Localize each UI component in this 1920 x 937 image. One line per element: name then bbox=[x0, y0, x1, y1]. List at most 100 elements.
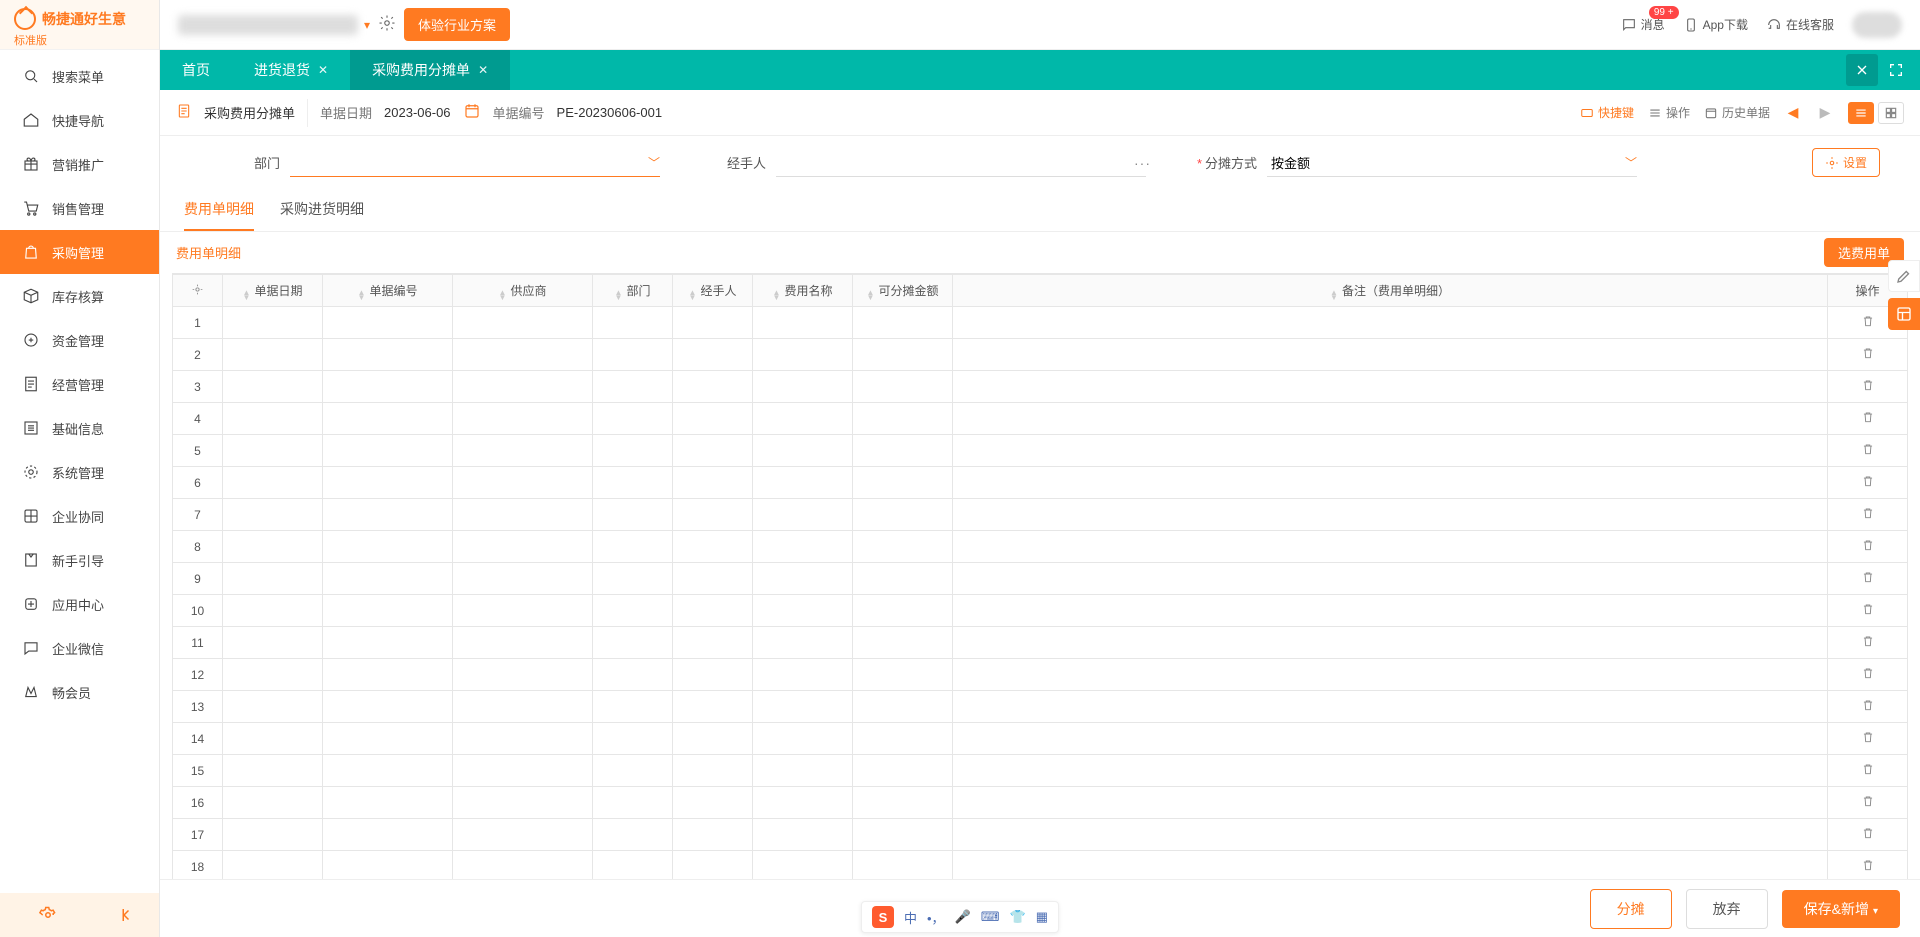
table-row[interactable]: 3 bbox=[173, 371, 1908, 403]
inner-tab-1[interactable]: 采购进货明细 bbox=[280, 189, 364, 231]
delete-row-button[interactable] bbox=[1861, 445, 1875, 459]
app-download-link[interactable]: App下载 bbox=[1683, 16, 1748, 33]
sidebar-collapse-button[interactable] bbox=[95, 906, 159, 924]
table-row[interactable]: 5 bbox=[173, 435, 1908, 467]
sidebar-item-1[interactable]: 快捷导航 bbox=[0, 98, 159, 142]
delete-row-button[interactable] bbox=[1861, 861, 1875, 875]
more-icon[interactable]: ··· bbox=[1134, 155, 1151, 171]
ime-skin-icon[interactable]: 👕 bbox=[1010, 909, 1026, 925]
doc-date-value[interactable]: 2023-06-06 bbox=[384, 105, 451, 120]
settings-button[interactable]: 设置 bbox=[1812, 148, 1880, 177]
table-row[interactable]: 2 bbox=[173, 339, 1908, 371]
delete-row-button[interactable] bbox=[1861, 349, 1875, 363]
ime-mode[interactable]: 中 bbox=[904, 908, 917, 927]
sidebar-item-10[interactable]: 企业协同 bbox=[0, 494, 159, 538]
sidebar-item-3[interactable]: 销售管理 bbox=[0, 186, 159, 230]
sidebar-item-9[interactable]: 系统管理 bbox=[0, 450, 159, 494]
messages-link[interactable]: 消息 99 + bbox=[1621, 16, 1665, 33]
topbar-gear-icon[interactable] bbox=[378, 14, 396, 35]
th-dept[interactable]: ▲▼部门 bbox=[593, 275, 673, 307]
table-row[interactable]: 17 bbox=[173, 819, 1908, 851]
delete-row-button[interactable] bbox=[1861, 669, 1875, 683]
table-row[interactable]: 13 bbox=[173, 691, 1908, 723]
delete-row-button[interactable] bbox=[1861, 381, 1875, 395]
table-row[interactable]: 9 bbox=[173, 563, 1908, 595]
table-row[interactable]: 11 bbox=[173, 627, 1908, 659]
delete-row-button[interactable] bbox=[1861, 701, 1875, 715]
shortcut-link[interactable]: 快捷键 bbox=[1580, 104, 1634, 121]
delete-row-button[interactable] bbox=[1861, 413, 1875, 427]
table-row[interactable]: 6 bbox=[173, 467, 1908, 499]
delete-row-button[interactable] bbox=[1861, 829, 1875, 843]
sidebar-settings-button[interactable] bbox=[0, 906, 95, 924]
sidebar-item-12[interactable]: 应用中心 bbox=[0, 582, 159, 626]
delete-row-button[interactable] bbox=[1861, 605, 1875, 619]
edit-float-button[interactable] bbox=[1888, 260, 1920, 292]
close-icon[interactable]: ✕ bbox=[478, 63, 488, 77]
sidebar-item-8[interactable]: 基础信息 bbox=[0, 406, 159, 450]
sidebar-item-0[interactable]: 搜索菜单 bbox=[0, 54, 159, 98]
sidebar-item-2[interactable]: 营销推广 bbox=[0, 142, 159, 186]
table-row[interactable]: 12 bbox=[173, 659, 1908, 691]
online-service-link[interactable]: 在线客服 bbox=[1766, 16, 1834, 33]
close-icon[interactable]: ✕ bbox=[318, 63, 328, 77]
try-solution-button[interactable]: 体验行业方案 bbox=[404, 8, 510, 41]
table-row[interactable]: 18 bbox=[173, 851, 1908, 880]
sidebar-item-4[interactable]: 采购管理 bbox=[0, 230, 159, 274]
delete-row-button[interactable] bbox=[1861, 765, 1875, 779]
delete-row-button[interactable] bbox=[1861, 541, 1875, 555]
save-add-button[interactable]: 保存&新增▾ bbox=[1782, 890, 1900, 928]
table-row[interactable]: 16 bbox=[173, 787, 1908, 819]
view-list-button[interactable] bbox=[1848, 102, 1874, 124]
ime-grid-icon[interactable]: ▦ bbox=[1036, 909, 1048, 925]
next-doc-button[interactable]: ▶ bbox=[1816, 104, 1834, 121]
th-docno[interactable]: ▲▼单据编号 bbox=[323, 275, 453, 307]
calendar-icon[interactable] bbox=[463, 102, 481, 123]
operate-link[interactable]: 操作 bbox=[1648, 104, 1690, 121]
delete-row-button[interactable] bbox=[1861, 733, 1875, 747]
tab-close-all-button[interactable] bbox=[1846, 54, 1878, 86]
delete-row-button[interactable] bbox=[1861, 573, 1875, 587]
sidebar-item-7[interactable]: 经营管理 bbox=[0, 362, 159, 406]
th-date[interactable]: ▲▼单据日期 bbox=[223, 275, 323, 307]
th-handler[interactable]: ▲▼经手人 bbox=[673, 275, 753, 307]
sidebar-item-14[interactable]: 畅会员 bbox=[0, 670, 159, 714]
view-card-button[interactable] bbox=[1878, 102, 1904, 124]
table-row[interactable]: 7 bbox=[173, 499, 1908, 531]
page-tab-2[interactable]: 采购费用分摊单✕ bbox=[350, 50, 510, 90]
page-tab-0[interactable]: 首页 bbox=[160, 50, 232, 90]
org-selector[interactable]: ▾ bbox=[178, 15, 370, 35]
prev-doc-button[interactable]: ◀ bbox=[1784, 104, 1802, 121]
th-gear[interactable] bbox=[173, 275, 223, 307]
sidebar-item-11[interactable]: 新手引导 bbox=[0, 538, 159, 582]
table-row[interactable]: 15 bbox=[173, 755, 1908, 787]
method-select[interactable] bbox=[1267, 149, 1637, 177]
delete-row-button[interactable] bbox=[1861, 317, 1875, 331]
fullscreen-button[interactable] bbox=[1880, 54, 1912, 86]
chevron-down-icon[interactable]: ﹀ bbox=[1625, 154, 1637, 171]
delete-row-button[interactable] bbox=[1861, 797, 1875, 811]
delete-row-button[interactable] bbox=[1861, 477, 1875, 491]
th-fee[interactable]: ▲▼费用名称 bbox=[753, 275, 853, 307]
table-row[interactable]: 1 bbox=[173, 307, 1908, 339]
th-amount[interactable]: ▲▼可分摊金额 bbox=[853, 275, 953, 307]
delete-row-button[interactable] bbox=[1861, 637, 1875, 651]
sidebar-item-5[interactable]: 库存核算 bbox=[0, 274, 159, 318]
discard-button[interactable]: 放弃 bbox=[1686, 889, 1768, 929]
inner-tab-0[interactable]: 费用单明细 bbox=[184, 189, 254, 231]
page-tab-1[interactable]: 进货退货✕ bbox=[232, 50, 350, 90]
delete-row-button[interactable] bbox=[1861, 509, 1875, 523]
handler-input[interactable] bbox=[776, 149, 1146, 177]
table-row[interactable]: 10 bbox=[173, 595, 1908, 627]
th-supplier[interactable]: ▲▼供应商 bbox=[453, 275, 593, 307]
sidebar-item-13[interactable]: 企业微信 bbox=[0, 626, 159, 670]
table-row[interactable]: 4 bbox=[173, 403, 1908, 435]
dept-input[interactable] bbox=[290, 149, 660, 177]
th-remark[interactable]: ▲▼备注（费用单明细） bbox=[953, 275, 1828, 307]
ime-mic-icon[interactable]: 🎤 bbox=[955, 909, 971, 925]
table-row[interactable]: 8 bbox=[173, 531, 1908, 563]
user-avatar[interactable] bbox=[1852, 12, 1902, 38]
history-link[interactable]: 历史单据 bbox=[1704, 104, 1770, 121]
table-row[interactable]: 14 bbox=[173, 723, 1908, 755]
ime-keyboard-icon[interactable]: ⌨ bbox=[981, 909, 1000, 925]
